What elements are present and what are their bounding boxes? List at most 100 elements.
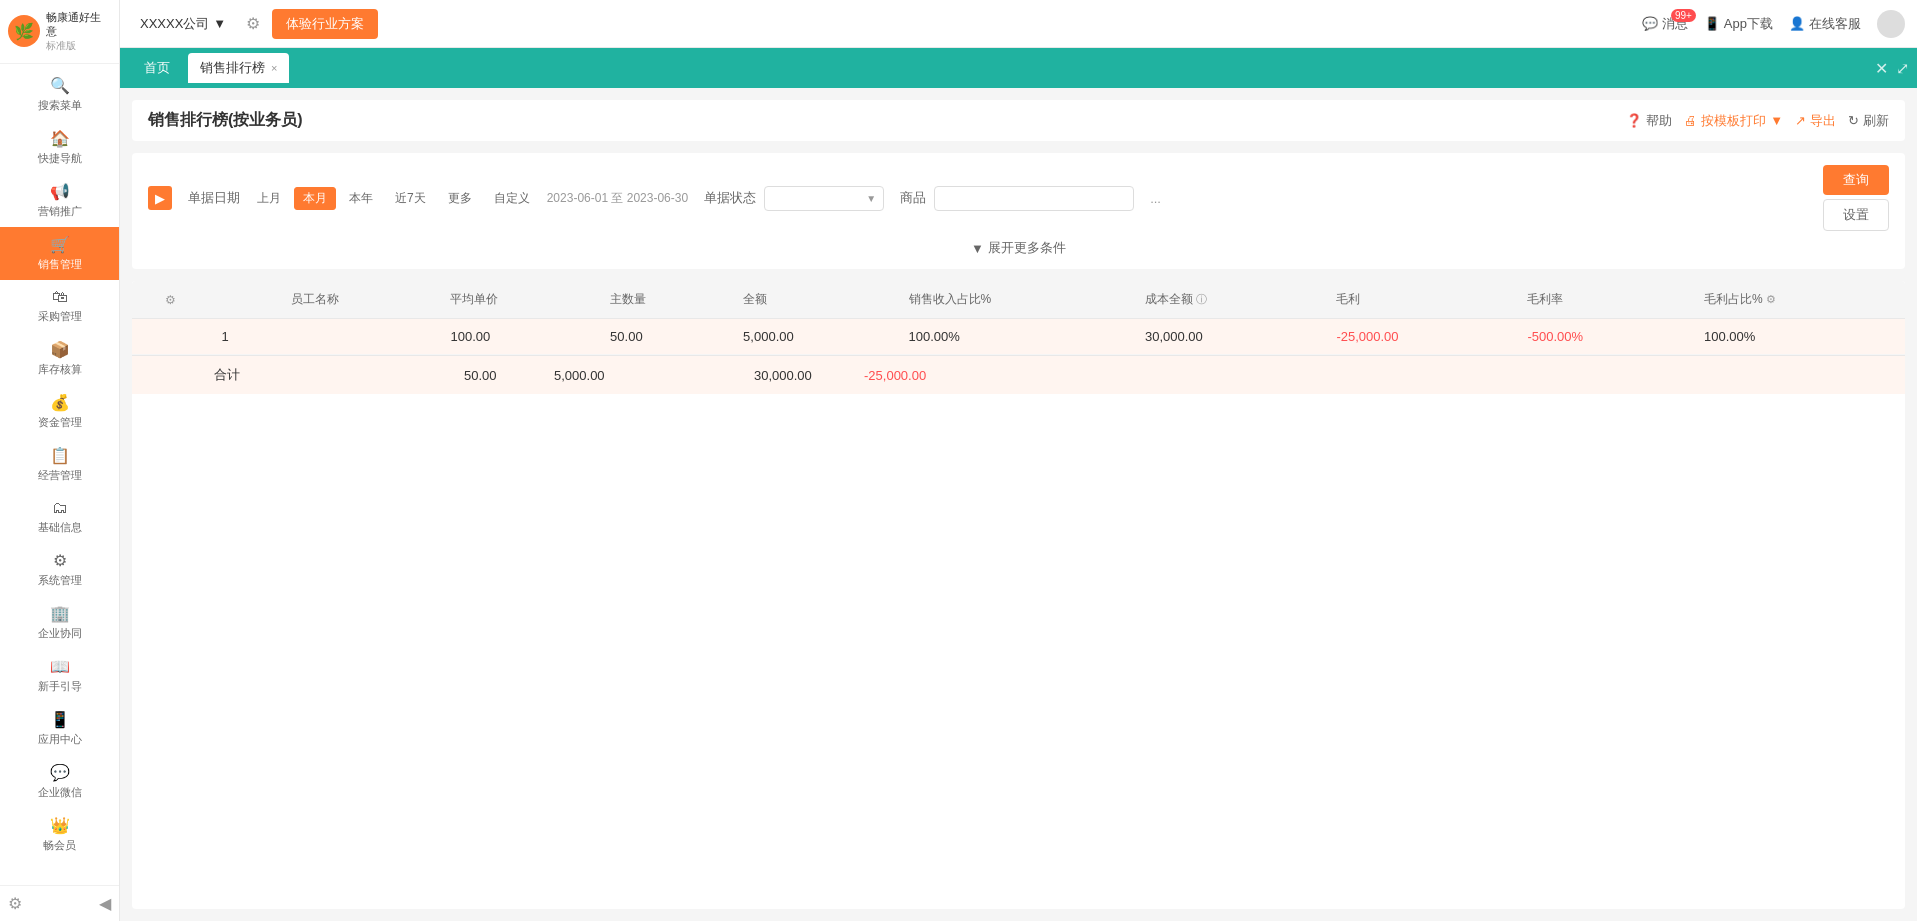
status-filter-label: 单据状态 [704, 189, 756, 207]
sidebar-item-member[interactable]: 👑 畅会员 [0, 808, 119, 861]
cell-name [279, 319, 439, 355]
export-button[interactable]: ↗ 导出 [1795, 112, 1836, 130]
date-range-display: 2023-06-01 至 2023-06-30 [547, 190, 688, 207]
date-range-group: 上月 本月 本年 近7天 更多 自定义 [248, 187, 539, 210]
cell-settings [132, 319, 210, 355]
date-tag-this-year[interactable]: 本年 [340, 187, 382, 210]
collapse-icon[interactable]: ◀ [99, 894, 111, 913]
filter-expand-button[interactable]: ▶ [148, 186, 172, 210]
logo-sub: 标准版 [46, 39, 111, 53]
search-icon: 🔍 [50, 76, 70, 95]
company-selector[interactable]: XXXXX公司 ▼ [132, 11, 234, 37]
online-service-button[interactable]: 👤 在线客服 [1789, 15, 1861, 33]
goods-input[interactable] [934, 186, 1134, 211]
filter-area: ▶ 单据日期 上月 本月 本年 近7天 更多 自定义 2023-06-01 至 … [132, 153, 1905, 269]
sidebar-item-shortcut[interactable]: 🏠 快捷导航 [0, 121, 119, 174]
page-title: 销售排行榜(按业务员) [148, 110, 303, 131]
sidebar-item-label: 畅会员 [43, 838, 76, 853]
sidebar-item-label: 快捷导航 [38, 151, 82, 166]
table-container: ⚙ 员工名称 平均单价 主数量 全额 销售收入占比% 成本全额 ⓘ 毛利 毛利率… [132, 281, 1905, 909]
footer-profit: -25,000.00 [864, 368, 974, 383]
cell-sales-pct: 100.00% [897, 319, 1133, 355]
enterprise-icon: 🏢 [50, 604, 70, 623]
settings-icon[interactable]: ⚙ [246, 14, 260, 33]
cell-profit-rate: -500.00% [1515, 319, 1692, 355]
date-tag-7days[interactable]: 近7天 [386, 187, 435, 210]
app-download-button[interactable]: 📱 App下载 [1704, 15, 1773, 33]
sidebar-item-operations[interactable]: 📋 经营管理 [0, 438, 119, 491]
sales-icon: 🛒 [50, 235, 70, 254]
cell-avg-price: 100.00 [438, 319, 598, 355]
date-filter-label: 单据日期 [188, 189, 240, 207]
sidebar-item-system[interactable]: ⚙ 系统管理 [0, 543, 119, 596]
service-icon: 👤 [1789, 16, 1805, 31]
member-icon: 👑 [50, 816, 70, 835]
col-name: 员工名称 [279, 281, 439, 319]
operations-icon: 📋 [50, 446, 70, 465]
query-button[interactable]: 查询 [1823, 165, 1889, 195]
expand-more-button[interactable]: ▼ 展开更多条件 [148, 239, 1889, 257]
sidebar-item-label: 营销推广 [38, 204, 82, 219]
tab-bar-right: ✕ ⤢ [1875, 59, 1909, 78]
col-cost: 成本全额 ⓘ [1133, 281, 1324, 319]
avatar[interactable] [1877, 10, 1905, 38]
sidebar-item-label: 销售管理 [38, 257, 82, 272]
refresh-icon: ↻ [1848, 113, 1859, 128]
goods-filter-label: 商品 [900, 189, 926, 207]
system-icon: ⚙ [53, 551, 67, 570]
sidebar-item-purchase[interactable]: 🛍 采购管理 [0, 280, 119, 332]
tab-bar: 首页 销售排行榜 × ✕ ⤢ [120, 48, 1917, 88]
help-button[interactable]: ❓ 帮助 [1626, 112, 1672, 130]
more-filters-dots[interactable]: ... [1150, 191, 1161, 206]
tab-maximize-icon[interactable]: ⤢ [1896, 59, 1909, 78]
trial-button[interactable]: 体验行业方案 [272, 9, 378, 39]
logo-text-container: 畅康通好生意 标准版 [46, 10, 111, 53]
marketing-icon: 📢 [50, 182, 70, 201]
filter-actions: 查询 设置 [1823, 165, 1889, 231]
sidebar-item-label: 企业协同 [38, 626, 82, 641]
date-tag-more[interactable]: 更多 [439, 187, 481, 210]
print-chevron-icon: ▼ [1770, 113, 1783, 128]
col-sales-pct: 销售收入占比% [897, 281, 1133, 319]
sidebar-item-inventory[interactable]: 📦 库存核算 [0, 332, 119, 385]
date-tag-custom[interactable]: 自定义 [485, 187, 539, 210]
print-label: 按模板打印 [1701, 112, 1766, 130]
tab-close-icon[interactable]: × [271, 62, 277, 74]
sidebar-item-guide[interactable]: 📖 新手引导 [0, 649, 119, 702]
sidebar-item-apps[interactable]: 📱 应用中心 [0, 702, 119, 755]
col-settings[interactable]: ⚙ [132, 281, 210, 319]
sidebar-item-finance[interactable]: 💰 资金管理 [0, 385, 119, 438]
refresh-button[interactable]: ↻ 刷新 [1848, 112, 1889, 130]
page-actions: ❓ 帮助 🖨 按模板打印 ▼ ↗ 导出 ↻ 刷新 [1626, 112, 1889, 130]
top-header: XXXXX公司 ▼ ⚙ 体验行业方案 💬 消息 99+ 📱 App下载 👤 在线… [120, 0, 1917, 48]
sidebar-item-wechat[interactable]: 💬 企业微信 [0, 755, 119, 808]
print-button[interactable]: 🖨 按模板打印 ▼ [1684, 112, 1783, 130]
col-profit-pct: 毛利占比% ⚙ [1692, 281, 1905, 319]
sidebar-item-label: 经营管理 [38, 468, 82, 483]
status-select[interactable] [764, 186, 884, 211]
sidebar-item-basic[interactable]: 🗂 基础信息 [0, 491, 119, 543]
guide-icon: 📖 [50, 657, 70, 676]
filter-settings-button[interactable]: 设置 [1823, 199, 1889, 231]
status-filter: 单据状态 [704, 186, 884, 211]
logo-name: 畅康通好生意 [46, 10, 111, 39]
table-row: 1 100.00 50.00 5,000.00 100.00% 30,000.0… [132, 319, 1905, 355]
message-icon: 💬 [1642, 16, 1658, 31]
sidebar-item-enterprise[interactable]: 🏢 企业协同 [0, 596, 119, 649]
tab-sales-ranking[interactable]: 销售排行榜 × [188, 53, 289, 83]
sidebar-item-label: 库存核算 [38, 362, 82, 377]
sidebar-item-label: 基础信息 [38, 520, 82, 535]
tab-close-window-icon[interactable]: ✕ [1875, 59, 1888, 78]
sidebar-item-marketing[interactable]: 📢 营销推广 [0, 174, 119, 227]
tab-home[interactable]: 首页 [128, 51, 186, 85]
sidebar-item-sales[interactable]: 🛒 销售管理 [0, 227, 119, 280]
sidebar-item-label: 系统管理 [38, 573, 82, 588]
date-tag-this-month[interactable]: 本月 [294, 187, 336, 210]
sidebar-item-label: 应用中心 [38, 732, 82, 747]
settings-bottom-icon[interactable]: ⚙ [8, 894, 22, 913]
date-tag-last-month[interactable]: 上月 [248, 187, 290, 210]
message-button[interactable]: 💬 消息 99+ [1642, 15, 1688, 33]
sidebar-item-search[interactable]: 🔍 搜索菜单 [0, 68, 119, 121]
col-amount: 全额 [731, 281, 896, 319]
sidebar-nav: 🔍 搜索菜单 🏠 快捷导航 📢 营销推广 🛒 销售管理 🛍 采购管理 📦 库存核… [0, 64, 119, 885]
